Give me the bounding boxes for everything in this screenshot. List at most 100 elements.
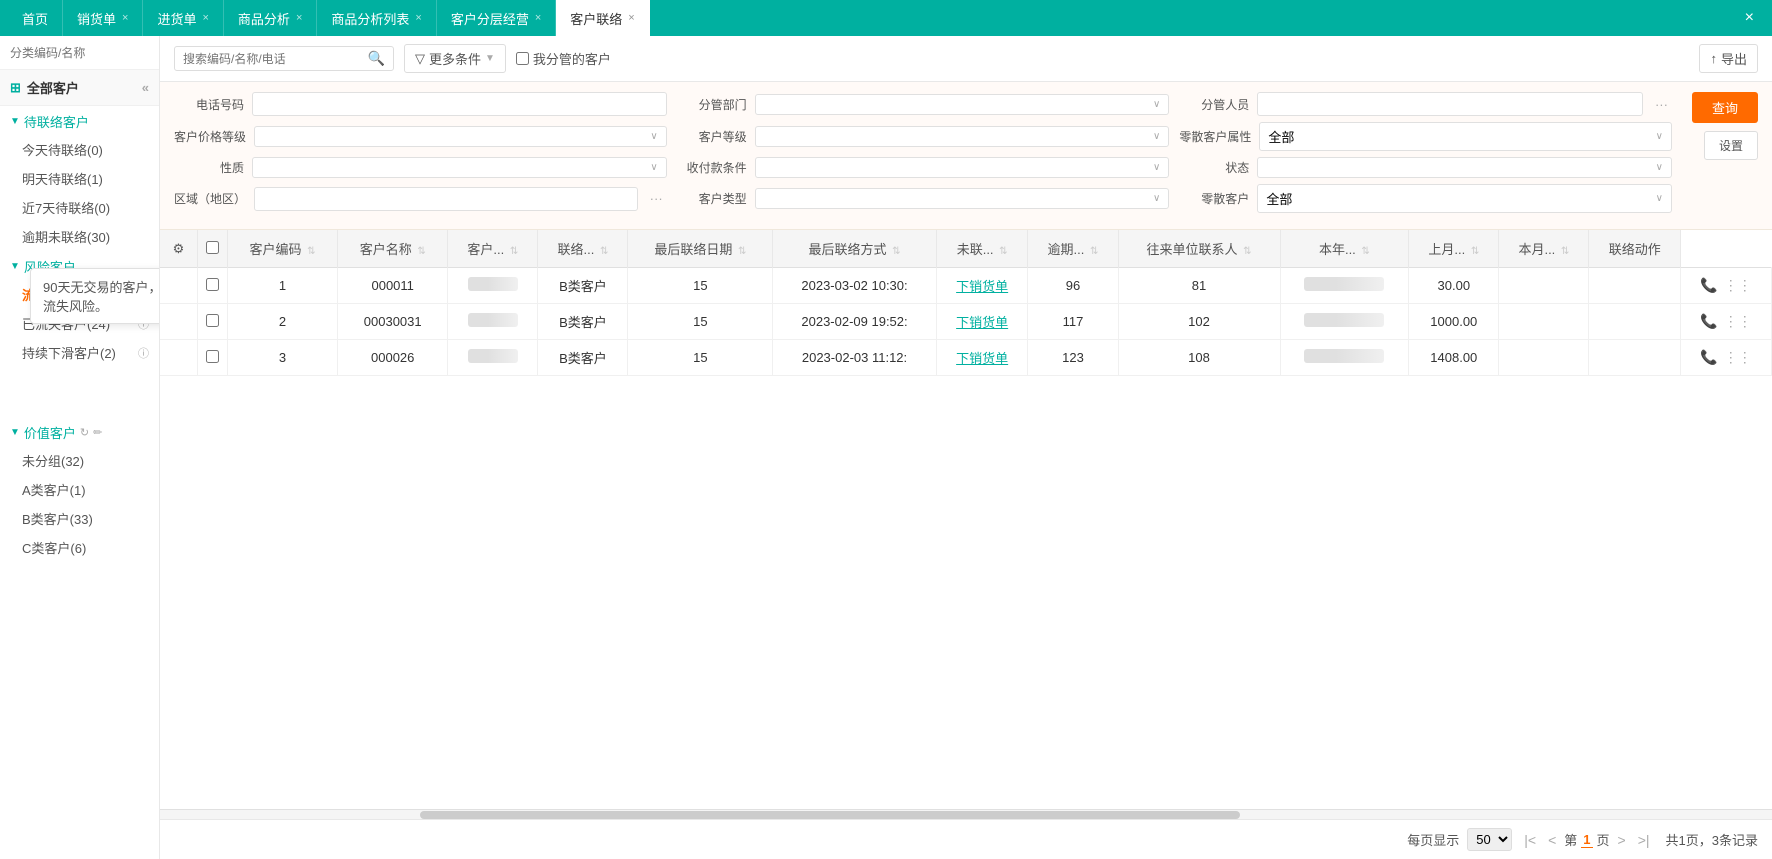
region-input[interactable] xyxy=(254,187,638,211)
value-edit-icon[interactable]: ✏ xyxy=(93,426,102,439)
query-button[interactable]: 查询 xyxy=(1692,92,1758,123)
filter-cell-phone: 电话号码 xyxy=(174,92,677,116)
price-level-select[interactable]: ∨ xyxy=(254,126,667,147)
tab-goods-analysis-list-close[interactable]: × xyxy=(415,12,421,24)
action-more-icon-1[interactable]: ⋮⋮ xyxy=(1724,313,1752,330)
collapse-icon[interactable]: « xyxy=(142,80,149,95)
last-date-sort-icon: ⇅ xyxy=(738,246,746,257)
action-contact-icon-0[interactable]: 📞 xyxy=(1700,277,1717,294)
gender-label: 性质 xyxy=(174,159,244,176)
last-page-btn[interactable]: >| xyxy=(1634,830,1654,850)
row-this-month-2 xyxy=(1589,340,1681,376)
tab-goods-analysis[interactable]: 商品分析 × xyxy=(224,0,317,36)
row-company-contact-2 xyxy=(1280,340,1409,376)
per-page-select[interactable]: 50 xyxy=(1467,828,1512,851)
action-contact-icon-1[interactable]: 📞 xyxy=(1700,313,1717,330)
action-more-icon-2[interactable]: ⋮⋮ xyxy=(1724,349,1752,366)
tab-home[interactable]: 首页 xyxy=(8,0,63,36)
manager-dots[interactable]: ··· xyxy=(1651,97,1672,112)
sidebar-item-7day-contact[interactable]: 近7天待联络(0) xyxy=(0,193,159,222)
select-all-checkbox[interactable] xyxy=(206,241,219,254)
tab-goods-analysis-label: 商品分析 xyxy=(238,9,290,28)
sidebar-search-input[interactable] xyxy=(10,46,160,60)
sidebar-group-pending[interactable]: ▼ 待联络客户 xyxy=(0,106,159,135)
col-type[interactable]: 客户... ⇅ xyxy=(448,230,538,268)
col-settings[interactable]: ⚙ xyxy=(160,230,197,268)
row-last-method-2[interactable]: 下销货单 xyxy=(936,340,1028,376)
action-more-icon-0[interactable]: ⋮⋮ xyxy=(1724,277,1752,294)
export-btn[interactable]: ↑ 导出 xyxy=(1699,44,1758,73)
sidebar-all-customers[interactable]: ⊞ 全部客户 « xyxy=(0,70,159,106)
sidebar-group-value[interactable]: ▼ 价值客户 ↻ ✏ xyxy=(0,417,159,446)
payment-select[interactable]: ∨ xyxy=(755,157,1170,178)
tab-sales[interactable]: 销货单 × xyxy=(63,0,143,36)
more-conditions-label: 更多条件 xyxy=(429,49,481,68)
col-name[interactable]: 客户名称 ⇅ xyxy=(338,230,448,268)
close-all-tabs[interactable]: × xyxy=(1735,9,1764,27)
horizontal-scrollbar[interactable] xyxy=(160,809,1772,819)
col-this-year[interactable]: 本年... ⇅ xyxy=(1280,230,1409,268)
tab-goods-analysis-list[interactable]: 商品分析列表 × xyxy=(317,0,436,36)
my-customers-checkbox-area[interactable]: 我分管的客户 xyxy=(516,49,611,68)
tab-sales-close[interactable]: × xyxy=(122,12,128,24)
col-this-month[interactable]: 本月... ⇅ xyxy=(1499,230,1589,268)
customer-type-select[interactable]: ∨ xyxy=(755,188,1170,209)
sidebar-item-declining[interactable]: 持续下滑客户(2) ⓘ xyxy=(0,338,159,367)
filter-search-icon[interactable]: 🔍 xyxy=(368,50,385,67)
tab-customer-tier[interactable]: 客户分层经营 × xyxy=(437,0,556,36)
sidebar: 🔍 ⊞ 全部客户 « ▼ 待联络客户 今天待联络(0) 明天待联络(1) 近7天… xyxy=(0,36,160,859)
col-select-all[interactable] xyxy=(197,230,227,268)
tab-goods-analysis-close[interactable]: × xyxy=(296,12,302,24)
col-company-contact[interactable]: 往来单位联系人 ⇅ xyxy=(1118,230,1280,268)
col-last-date[interactable]: 最后联络日期 ⇅ xyxy=(628,230,773,268)
tab-purchase[interactable]: 进货单 × xyxy=(143,0,223,36)
more-conditions-btn[interactable]: ▽ 更多条件 ▼ xyxy=(404,44,506,73)
col-last-method[interactable]: 最后联络方式 ⇅ xyxy=(773,230,937,268)
col-action: 联络动作 xyxy=(1589,230,1681,268)
col-contact[interactable]: 联络... ⇅ xyxy=(538,230,628,268)
sidebar-item-today-contact[interactable]: 今天待联络(0) xyxy=(0,135,159,164)
row-checkbox-1[interactable] xyxy=(197,304,227,340)
col-overdue[interactable]: 逾期... ⇅ xyxy=(1028,230,1118,268)
filter-cell-dept: 分管部门 ∨ xyxy=(677,94,1180,115)
zero-retail-attr-select[interactable]: 全部 ∨ xyxy=(1259,122,1672,151)
settings-button[interactable]: 设置 xyxy=(1704,131,1758,160)
sidebar-item-ungroup[interactable]: 未分组(32) xyxy=(0,446,159,475)
manager-input[interactable] xyxy=(1257,92,1643,116)
customer-level-select[interactable]: ∨ xyxy=(755,126,1170,147)
sidebar-item-tomorrow-contact[interactable]: 明天待联络(1) xyxy=(0,164,159,193)
col-code[interactable]: 客户编码 ⇅ xyxy=(227,230,337,268)
tab-purchase-close[interactable]: × xyxy=(202,12,208,24)
next-page-btn[interactable]: > xyxy=(1614,830,1630,850)
col-last-month[interactable]: 上月... ⇅ xyxy=(1409,230,1499,268)
phone-input[interactable] xyxy=(252,92,667,116)
gender-select[interactable]: ∨ xyxy=(252,157,667,178)
last-method-sort-icon: ⇅ xyxy=(892,246,900,257)
zero-retail-select[interactable]: 全部 ∨ xyxy=(1257,184,1672,213)
price-level-label: 客户价格等级 xyxy=(174,128,246,145)
sidebar-item-class-a[interactable]: A类客户(1) xyxy=(0,475,159,504)
sidebar-item-class-c[interactable]: C类客户(6) xyxy=(0,533,159,562)
filter-search-input[interactable] xyxy=(183,52,368,66)
dept-select[interactable]: ∨ xyxy=(755,94,1170,115)
row-checkbox-0[interactable] xyxy=(197,268,227,304)
filter-cell-gender: 性质 ∨ xyxy=(174,157,677,178)
region-dots[interactable]: ··· xyxy=(646,191,667,206)
row-last-method-0[interactable]: 下销货单 xyxy=(936,268,1028,304)
prev-page-btn[interactable]: < xyxy=(1544,830,1560,850)
my-customers-checkbox[interactable] xyxy=(516,52,529,65)
tab-customer-tier-close[interactable]: × xyxy=(535,12,541,24)
sidebar-item-class-b[interactable]: B类客户(33) xyxy=(0,504,159,533)
sidebar-item-overdue-contact[interactable]: 逾期未联络(30) xyxy=(0,222,159,251)
value-refresh-icon[interactable]: ↻ xyxy=(80,426,89,439)
status-select[interactable]: ∨ xyxy=(1257,157,1672,178)
action-contact-icon-2[interactable]: 📞 xyxy=(1700,349,1717,366)
row-checkbox-2[interactable] xyxy=(197,340,227,376)
tab-customer-contact-close[interactable]: × xyxy=(628,12,634,24)
col-no-contact[interactable]: 未联... ⇅ xyxy=(936,230,1028,268)
row-last-method-1[interactable]: 下销货单 xyxy=(936,304,1028,340)
tab-customer-contact[interactable]: 客户联络 × xyxy=(556,0,649,36)
scrollbar-thumb[interactable] xyxy=(420,811,1240,819)
first-page-btn[interactable]: |< xyxy=(1520,830,1540,850)
row-settings-0 xyxy=(160,268,197,304)
